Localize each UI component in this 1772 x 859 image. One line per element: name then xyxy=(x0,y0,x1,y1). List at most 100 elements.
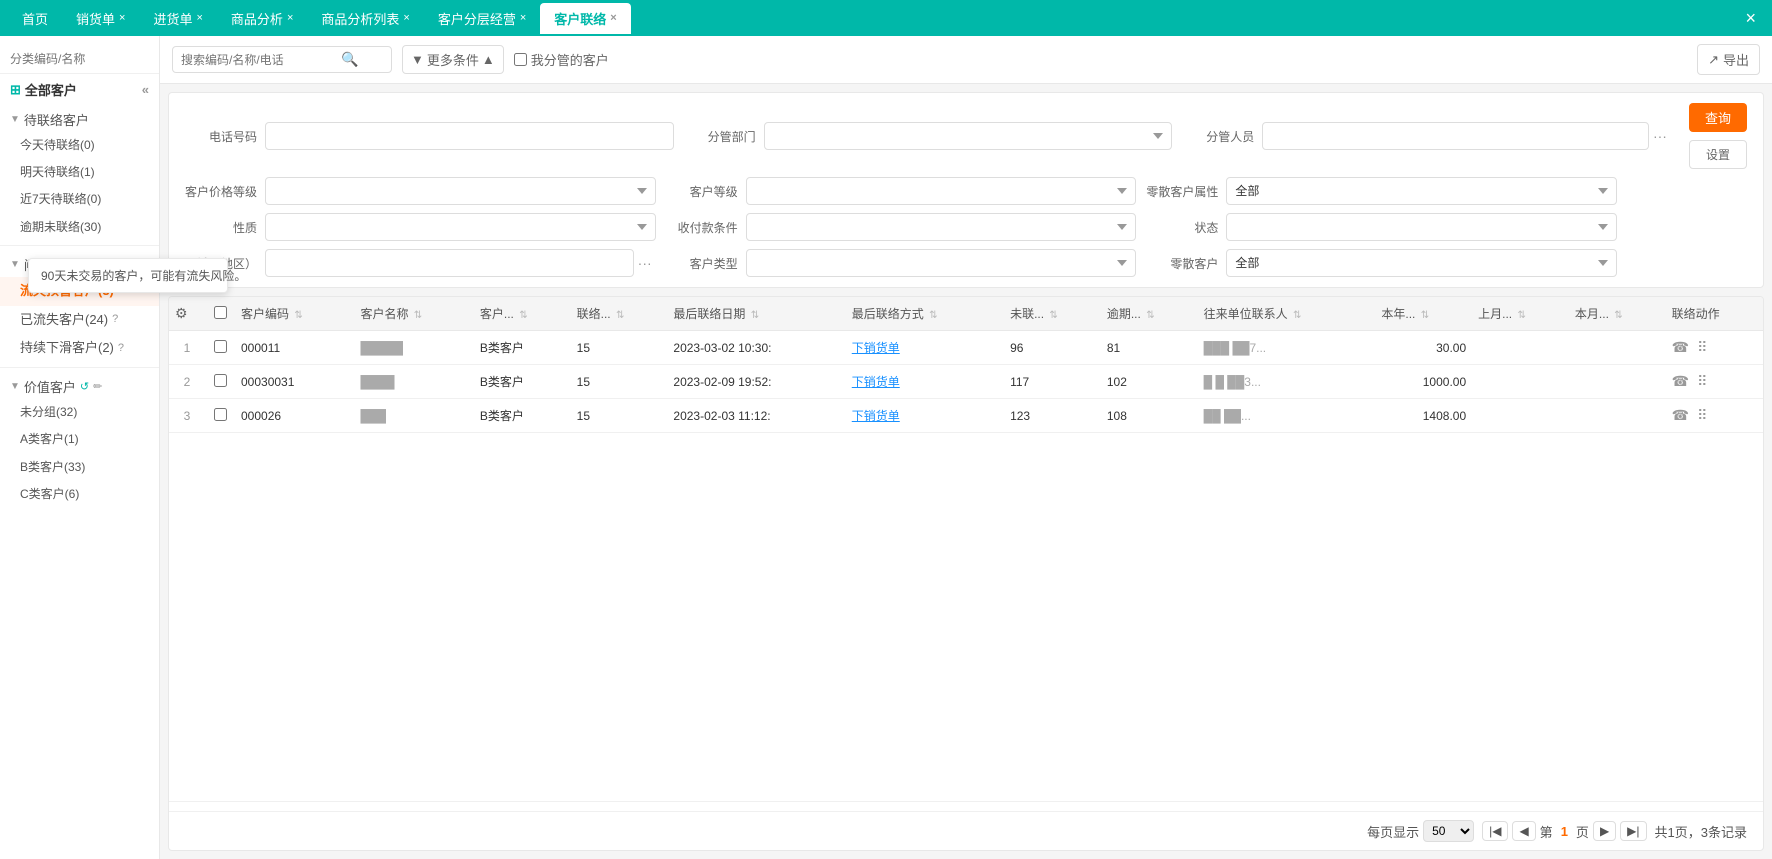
settings-icon-wrap[interactable]: ⚙ xyxy=(175,305,199,322)
contact-action-icon[interactable]: ☎ xyxy=(1672,373,1689,390)
sort-icon: ⇅ xyxy=(1517,310,1525,321)
close-all-button[interactable]: × xyxy=(1737,8,1764,29)
close-icon[interactable]: × xyxy=(196,12,202,24)
sidebar-search[interactable]: 🔍 xyxy=(0,44,159,74)
home-tab[interactable]: 首页 xyxy=(8,3,62,34)
sidebar-item-b-class[interactable]: B类客户(33) xyxy=(0,454,159,481)
setting-button[interactable]: 设置 xyxy=(1689,140,1747,169)
tab-customer-layer[interactable]: 客户分层经营 × xyxy=(424,3,540,34)
col-code: 客户编码 ⇅ xyxy=(235,297,354,331)
tab-product-analysis[interactable]: 商品分析 × xyxy=(217,3,307,34)
next-page-button[interactable]: ▶ xyxy=(1593,821,1616,841)
sidebar-item-c-class[interactable]: C类客户(6) xyxy=(0,481,159,508)
sidebar-item-tomorrow[interactable]: 明天待联络(1) xyxy=(0,159,159,186)
sidebar-search-input[interactable] xyxy=(10,52,160,66)
more-icon-person[interactable]: ··· xyxy=(1649,128,1671,144)
row-last-method[interactable]: 下销货单 xyxy=(846,399,1004,433)
col-overdue: 逾期... ⇅ xyxy=(1101,297,1198,331)
filter-payment-select[interactable] xyxy=(746,213,1137,241)
col-contact: 联络... ⇅ xyxy=(571,297,668,331)
row-select[interactable] xyxy=(214,408,227,421)
sidebar-section-value[interactable]: ▼ 价值客户 ↺ ✏ xyxy=(0,372,159,399)
search-input[interactable] xyxy=(181,53,341,67)
table-row: 3 000026 ███ B类客户 15 2023-02-03 11:12: 下… xyxy=(169,399,1763,433)
tab-product-analysis-list[interactable]: 商品分析列表 × xyxy=(307,3,423,34)
filter-nature-select[interactable] xyxy=(265,213,656,241)
filter-customer-level-select[interactable] xyxy=(746,177,1137,205)
tab-sales[interactable]: 销货单 × xyxy=(62,3,139,34)
more-action-icon[interactable]: ⠿ xyxy=(1697,407,1707,424)
prev-page-button[interactable]: ◀ xyxy=(1512,821,1535,841)
row-last-method[interactable]: 下销货单 xyxy=(846,365,1004,399)
content-area: 🔍 ▼ 更多条件 ▲ 我分管的客户 ↗ 导出 xyxy=(160,36,1772,859)
row-overdue: 81 xyxy=(1101,331,1198,365)
filter-person: 分管人员 ··· xyxy=(1182,122,1671,150)
arrow-down-icon: ▼ xyxy=(10,259,20,270)
sidebar-item-today[interactable]: 今天待联络(0) xyxy=(0,132,159,159)
tab-customer-contact[interactable]: 客户联络 × xyxy=(540,3,630,34)
tab-purchase[interactable]: 进货单 × xyxy=(139,3,216,34)
row-code: 000011 xyxy=(235,331,354,365)
search-bar: 🔍 ▼ 更多条件 ▲ 我分管的客户 ↗ 导出 xyxy=(160,36,1772,84)
per-page-select[interactable]: 50 100 200 xyxy=(1423,820,1474,842)
close-icon[interactable]: × xyxy=(119,12,125,24)
filter-retail-customer-select[interactable]: 全部 xyxy=(1226,249,1617,277)
query-button[interactable]: 查询 xyxy=(1689,103,1747,132)
contact-action-icon[interactable]: ☎ xyxy=(1672,407,1689,424)
sidebar-item-declining[interactable]: 持续下滑客户(2) ? xyxy=(0,334,159,363)
col-type: 客户... ⇅ xyxy=(474,297,571,331)
row-year-amt: 30.00 xyxy=(1375,331,1472,365)
contact-action-icon[interactable]: ☎ xyxy=(1672,339,1689,356)
filter-phone-input[interactable] xyxy=(265,122,674,150)
filter-customer-level-label: 客户等级 xyxy=(666,183,746,200)
last-page-button[interactable]: ▶| xyxy=(1620,821,1646,841)
table-row: 2 00030031 ████ B类客户 15 2023-02-09 19:52… xyxy=(169,365,1763,399)
filter-region-input[interactable] xyxy=(265,249,634,277)
first-page-button[interactable]: |◀ xyxy=(1482,821,1508,841)
export-button[interactable]: ↗ 导出 xyxy=(1697,44,1760,75)
row-select[interactable] xyxy=(214,340,227,353)
row-contact: 15 xyxy=(571,399,668,433)
more-action-icon[interactable]: ⠿ xyxy=(1697,373,1707,390)
close-icon[interactable]: × xyxy=(610,12,616,24)
filter-row-3: 性质 收付款条件 状态 xyxy=(185,213,1747,241)
filter-customer-type-select[interactable] xyxy=(746,249,1137,277)
customer-table: ⚙ 客户编码 ⇅ 客户名称 ⇅ 客户... ⇅ 联络... ⇅ 最后联络日期 ⇅ xyxy=(169,297,1763,433)
more-conditions-button[interactable]: ▼ 更多条件 ▲ xyxy=(402,45,504,74)
sidebar-item-7days[interactable]: 近7天待联络(0) xyxy=(0,186,159,213)
filter-price-level-select[interactable] xyxy=(265,177,656,205)
sidebar-item-a-class[interactable]: A类客户(1) xyxy=(0,426,159,453)
close-icon[interactable]: × xyxy=(520,12,526,24)
filter-row-1: 电话号码 分管部门 分管人员 ··· 查询 设置 xyxy=(185,103,1747,169)
sidebar-all-customers[interactable]: ⊞ 全部客户 « xyxy=(0,74,159,105)
filter-dept-select[interactable] xyxy=(764,122,1173,150)
sidebar-item-overdue[interactable]: 逾期未联络(30) xyxy=(0,214,159,241)
row-select[interactable] xyxy=(214,374,227,387)
pagination: 每页显示 50 100 200 |◀ ◀ 第 1 页 ▶ ▶| 共1页，3 xyxy=(169,811,1763,850)
row-overdue: 102 xyxy=(1101,365,1198,399)
filter-status-select[interactable] xyxy=(1226,213,1617,241)
filter-retail-attr-select[interactable]: 全部 xyxy=(1226,177,1617,205)
close-icon[interactable]: × xyxy=(403,12,409,24)
more-action-icon[interactable]: ⠿ xyxy=(1697,339,1707,356)
close-icon[interactable]: × xyxy=(287,12,293,24)
sidebar-item-ungrouped[interactable]: 未分组(32) xyxy=(0,399,159,426)
select-all-checkbox[interactable] xyxy=(214,306,227,319)
my-customers-check[interactable] xyxy=(514,53,527,66)
more-icon-region[interactable]: ··· xyxy=(634,255,656,271)
row-contact2: █ █ ██3... xyxy=(1198,365,1376,399)
sidebar: 🔍 ⊞ 全部客户 « ▼ 待联络客户 今天待联络(0) 明天待联络(1) 近7天… xyxy=(0,36,160,859)
per-page-control: 每页显示 50 100 200 xyxy=(1367,820,1474,842)
col-last-month: 上月... ⇅ xyxy=(1472,297,1569,331)
my-customers-checkbox[interactable]: 我分管的客户 xyxy=(514,50,609,69)
row-name: ████ xyxy=(354,365,473,399)
row-this-month xyxy=(1569,331,1666,365)
filter-person-input[interactable] xyxy=(1262,122,1649,150)
filter-customer-type-label: 客户类型 xyxy=(666,255,746,272)
bottom-scrollbar[interactable] xyxy=(169,801,1763,811)
row-last-method[interactable]: 下销货单 xyxy=(846,331,1004,365)
search-icon[interactable]: 🔍 xyxy=(341,51,358,68)
sidebar-section-pending[interactable]: ▼ 待联络客户 xyxy=(0,105,159,132)
row-name: █████ xyxy=(354,331,473,365)
sidebar-item-churned[interactable]: 已流失客户(24) ? xyxy=(0,306,159,335)
